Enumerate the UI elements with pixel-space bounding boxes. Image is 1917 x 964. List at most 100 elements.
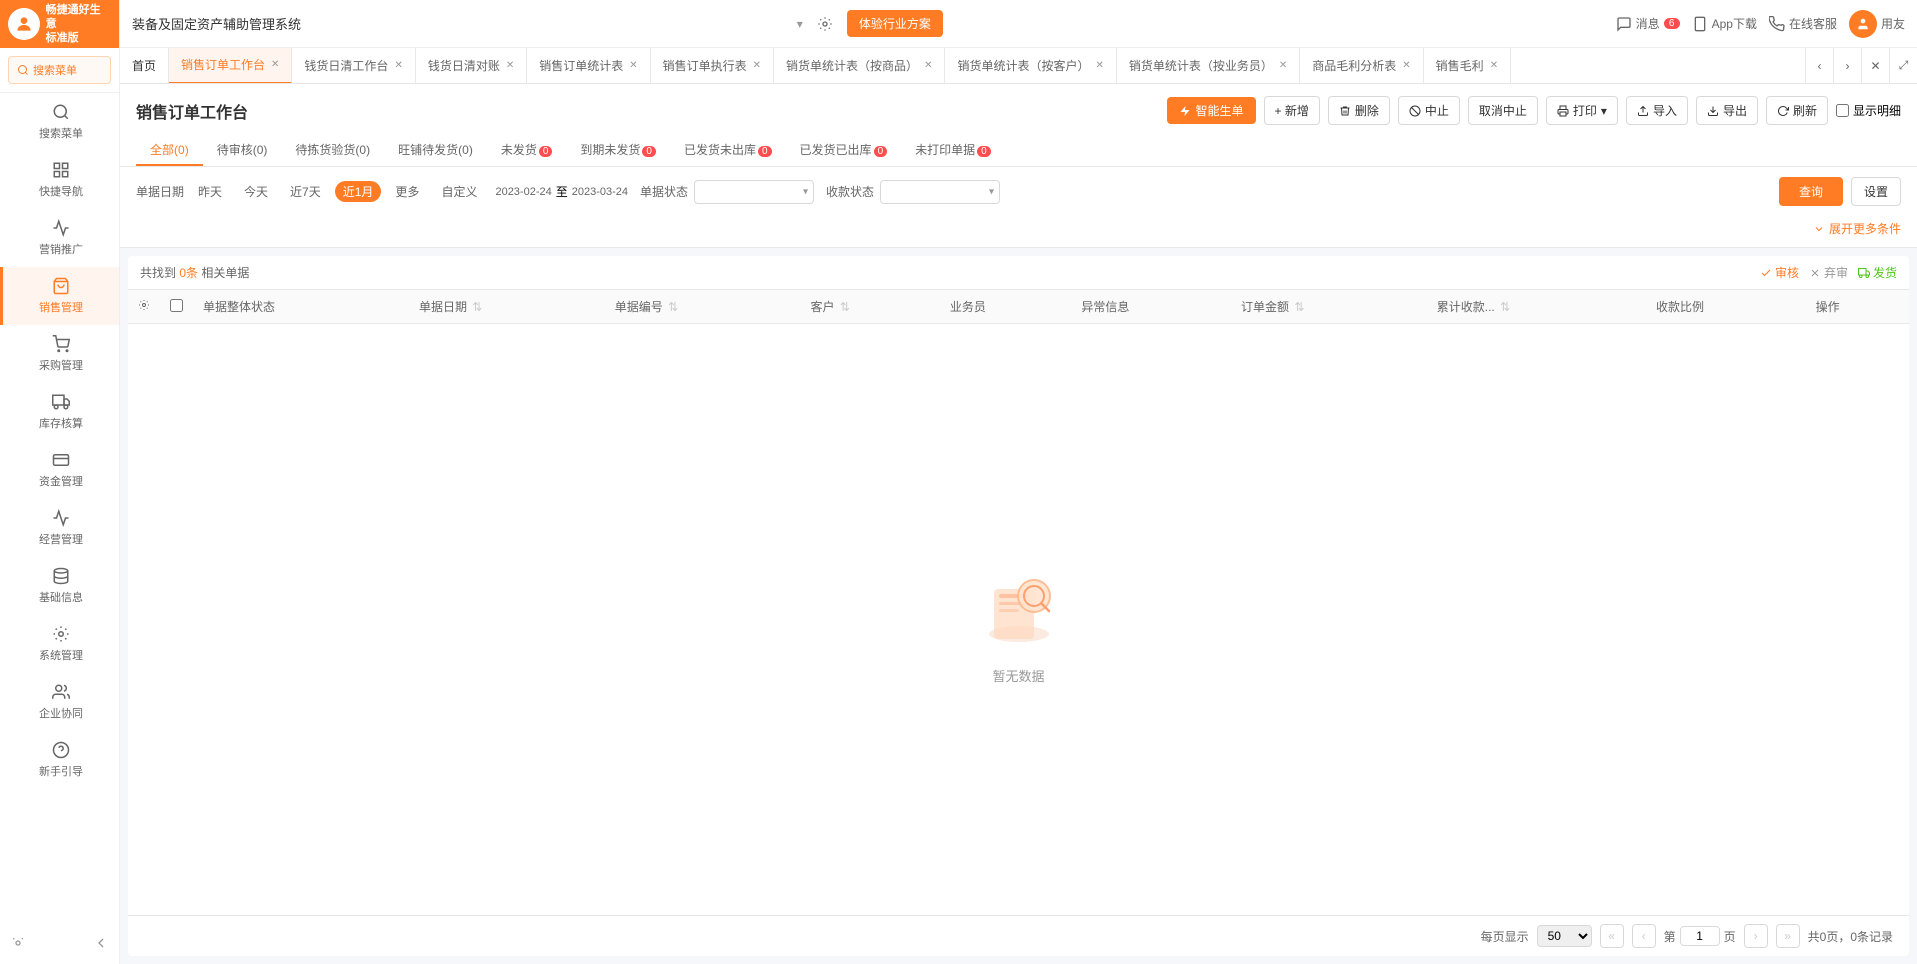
pause-button[interactable]: 中止 [1398, 96, 1460, 125]
set-button[interactable]: 设置 [1851, 177, 1901, 206]
topbar-gear-button[interactable] [811, 10, 839, 38]
sub-tab-expired-not-ship[interactable]: 到期未发货0 [566, 135, 670, 166]
pagination-per-page-select[interactable]: 10 20 50 100 [1537, 925, 1592, 947]
col-header-checkbox[interactable] [160, 290, 193, 324]
sidebar-nav-item-sales[interactable]: 销售管理 [0, 267, 119, 325]
tab-close-staff[interactable]: ✕ [1279, 60, 1287, 71]
tab-scroll-right[interactable]: › [1833, 48, 1861, 84]
tab-expand[interactable]: ⤢ [1889, 48, 1917, 84]
pagination-prev-button[interactable]: ‹ [1632, 924, 1656, 948]
tab-close-sales-stat[interactable]: ✕ [629, 60, 637, 71]
sub-tab-pending-review[interactable]: 待审核(0) [203, 135, 282, 166]
sidebar-nav-item-operations[interactable]: 经营管理 [0, 499, 119, 557]
sub-tab-wangpu-ship[interactable]: 旺铺待发货(0) [384, 135, 487, 166]
tab-home[interactable]: 首页 [120, 48, 169, 84]
sidebar-nav-item-marketing[interactable]: 营销推广 [0, 209, 119, 267]
sidebar-nav-item-system[interactable]: 系统管理 [0, 615, 119, 673]
col-header-status[interactable]: 单据整体状态 [193, 290, 409, 324]
sort-customer-icon[interactable]: ⇅ [840, 300, 850, 314]
tab-sales-summary-staff[interactable]: 销货单统计表（按业务员） ✕ [1117, 48, 1300, 84]
sub-tab-pending-check[interactable]: 待拣货验货(0) [281, 135, 384, 166]
tab-gross-profit[interactable]: 商品毛利分析表 ✕ [1300, 48, 1423, 84]
import-button[interactable]: 导入 [1626, 96, 1688, 125]
sort-number-icon[interactable]: ⇅ [668, 300, 678, 314]
sub-tab-not-printed[interactable]: 未打印单据0 [901, 135, 1005, 166]
tab-close-cash-clear[interactable]: ✕ [394, 60, 402, 71]
cancel-review-action-button[interactable]: 弃审 [1809, 264, 1848, 281]
print-dropdown-icon[interactable]: ▾ [1601, 104, 1607, 118]
topbar-dropdown-icon[interactable]: ▾ [797, 17, 803, 31]
sidebar-nav-item-quick[interactable]: 快捷导航 [0, 151, 119, 209]
col-header-collected[interactable]: 累计收款... ⇅ [1427, 290, 1646, 324]
tab-scroll-left[interactable]: ‹ [1805, 48, 1833, 84]
export-button[interactable]: 导出 [1696, 96, 1758, 125]
sidebar-nav-item-basic[interactable]: 基础信息 [0, 557, 119, 615]
tab-close-sales-more[interactable]: ✕ [1490, 60, 1498, 71]
review-action-button[interactable]: 审核 [1760, 264, 1799, 281]
tab-sales-exec[interactable]: 销售订单执行表 ✕ [651, 48, 774, 84]
show-detail-label[interactable]: 显示明细 [1836, 102, 1901, 119]
sort-date-icon[interactable]: ⇅ [472, 300, 482, 314]
col-header-customer[interactable]: 客户 ⇅ [800, 290, 939, 324]
tab-close-sales-workbench[interactable]: ✕ [271, 59, 279, 70]
sort-amount-icon[interactable]: ⇅ [1294, 300, 1304, 314]
tab-cash-clear[interactable]: 钱货日清工作台 ✕ [292, 48, 415, 84]
app-download-button[interactable]: App下载 [1692, 15, 1757, 32]
tab-close-sales-exec[interactable]: ✕ [753, 60, 761, 71]
sub-tab-not-shipped[interactable]: 未发货0 [487, 135, 567, 166]
tab-close-cash-reconcile[interactable]: ✕ [506, 60, 514, 71]
expand-conditions-button[interactable]: 展开更多条件 [1813, 220, 1901, 237]
sidebar-nav-item-enterprise[interactable]: 企业协同 [0, 673, 119, 731]
online-service-button[interactable]: 在线客服 [1769, 15, 1837, 32]
tab-sales-summary-customer[interactable]: 销货单统计表（按客户） ✕ [945, 48, 1116, 84]
filter-date-today[interactable]: 今天 [236, 181, 276, 202]
sub-tab-shipped-out[interactable]: 已发货已出库0 [786, 135, 902, 166]
tab-sales-more[interactable]: 销售毛利 ✕ [1424, 48, 1511, 84]
settings-icon[interactable] [10, 935, 26, 954]
pagination-last-button[interactable]: » [1776, 924, 1800, 948]
smart-order-button[interactable]: 智能生单 [1167, 97, 1255, 124]
table-scroll-area[interactable]: 单据整体状态 单据日期 ⇅ 单据编号 ⇅ 客户 [128, 290, 1909, 915]
filter-date-7days[interactable]: 近7天 [282, 181, 329, 202]
query-button[interactable]: 查询 [1779, 177, 1843, 206]
col-header-date[interactable]: 单据日期 ⇅ [409, 290, 605, 324]
col-header-exception[interactable]: 异常信息 [1071, 290, 1231, 324]
sub-tab-all[interactable]: 全部(0) [136, 135, 203, 166]
filter-date-custom[interactable]: 自定义 [433, 181, 485, 202]
tab-close-customer[interactable]: ✕ [1095, 60, 1103, 71]
col-header-settings[interactable] [128, 290, 160, 324]
tab-sales-summary-product[interactable]: 销货单统计表（按商品） ✕ [774, 48, 945, 84]
sort-collected-icon[interactable]: ⇅ [1500, 300, 1510, 314]
tab-close-all[interactable]: ✕ [1861, 48, 1889, 84]
tab-close-gross-profit[interactable]: ✕ [1402, 60, 1410, 71]
show-detail-checkbox[interactable] [1836, 104, 1849, 117]
sidebar-nav-item-search[interactable]: 搜索菜单 [0, 93, 119, 151]
pagination-first-button[interactable]: « [1600, 924, 1624, 948]
col-header-ratio[interactable]: 收款比例 [1646, 290, 1806, 324]
filter-date-more[interactable]: 更多 [387, 181, 427, 202]
col-header-number[interactable]: 单据编号 ⇅ [605, 290, 801, 324]
filter-status-select[interactable] [694, 180, 814, 204]
collapse-icon[interactable] [93, 935, 109, 954]
pagination-page-input[interactable] [1680, 926, 1720, 946]
col-header-amount[interactable]: 订单金额 ⇅ [1231, 290, 1427, 324]
tab-close-product[interactable]: ✕ [924, 60, 932, 71]
add-button[interactable]: + 新增 [1264, 96, 1320, 125]
sidebar-nav-item-inventory[interactable]: 库存核算 [0, 383, 119, 441]
industry-solution-button[interactable]: 体验行业方案 [847, 10, 943, 37]
sidebar-nav-item-finance[interactable]: 资金管理 [0, 441, 119, 499]
ship-action-button[interactable]: 发货 [1858, 264, 1897, 281]
tab-sales-stat[interactable]: 销售订单统计表 ✕ [527, 48, 650, 84]
delete-button[interactable]: 删除 [1328, 96, 1390, 125]
cancel-pause-button[interactable]: 取消中止 [1468, 96, 1538, 125]
message-button[interactable]: 消息 6 [1616, 15, 1680, 32]
tab-sales-workbench[interactable]: 销售订单工作台 ✕ [169, 48, 292, 84]
pagination-next-button[interactable]: › [1744, 924, 1768, 948]
filter-payment-select[interactable] [880, 180, 1000, 204]
print-button[interactable]: 打印 ▾ [1546, 96, 1618, 125]
search-menu-button[interactable]: 搜索菜单 [8, 56, 111, 84]
filter-date-1month[interactable]: 近1月 [335, 181, 382, 202]
sub-tab-shipped-not-out[interactable]: 已发货未出库0 [670, 135, 786, 166]
filter-date-yesterday[interactable]: 昨天 [190, 181, 230, 202]
tab-cash-reconcile[interactable]: 钱货日清对账 ✕ [416, 48, 527, 84]
